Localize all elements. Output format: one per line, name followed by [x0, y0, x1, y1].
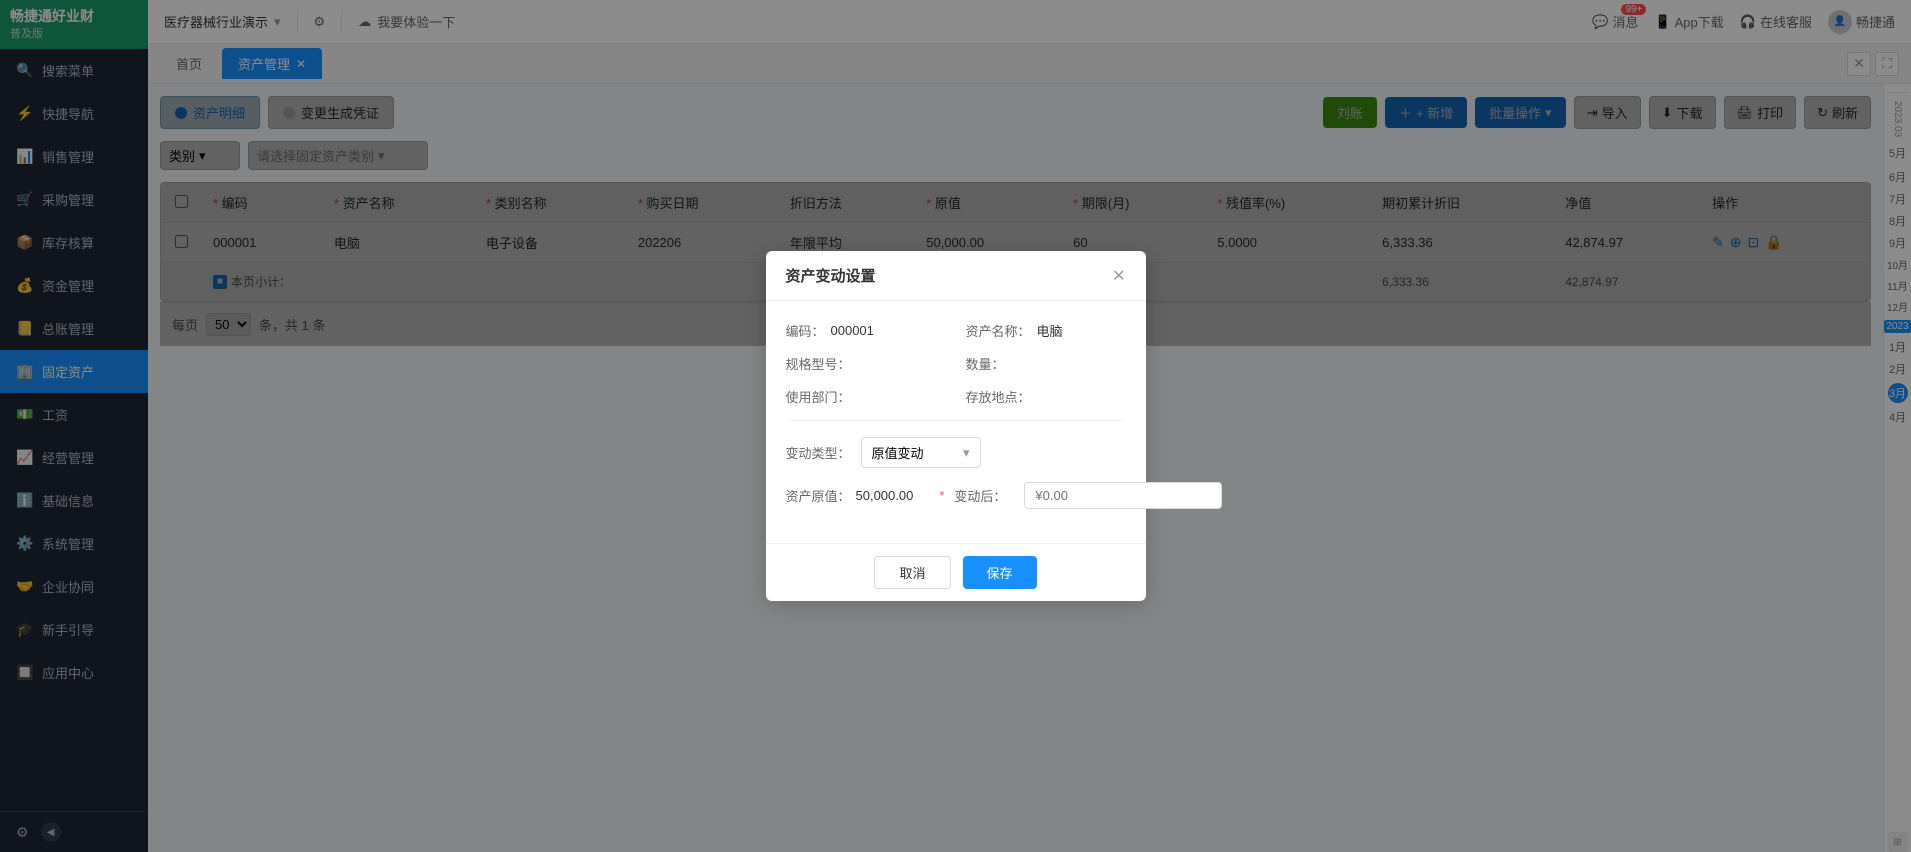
modal-name-value: 电脑 [1037, 321, 1063, 340]
modal-dept-label: 使用部门： [786, 387, 851, 406]
cancel-button[interactable]: 取消 [874, 556, 950, 589]
change-type-value: 原值变动 [872, 443, 924, 462]
modal-change-type-select[interactable]: 原值变动 ▾ [861, 437, 981, 468]
modal-location-label: 存放地点： [966, 387, 1031, 406]
modal-close-btn[interactable]: ✕ [1112, 266, 1125, 286]
modal-after-label: 变动后： [954, 486, 1014, 505]
modal-original-value-label: 资产原值： [786, 486, 846, 505]
modal-info-row3: 使用部门： 存放地点： [786, 387, 1126, 406]
modal-name-field: 资产名称： 电脑 [966, 321, 1126, 340]
modal-header: 资产变动设置 ✕ [766, 251, 1146, 301]
modal-after-input[interactable] [1024, 482, 1222, 509]
modal-divider [786, 420, 1126, 421]
asset-change-modal: 资产变动设置 ✕ 编码： 000001 资产名称： 电脑 规格型号： [766, 251, 1146, 601]
modal-spec-field: 规格型号： [786, 354, 946, 373]
modal-change-type-label: 变动类型： [786, 443, 851, 462]
modal-spec-label: 规格型号： [786, 354, 851, 373]
required-star: * [939, 488, 944, 503]
modal-code-value: 000001 [831, 323, 874, 338]
modal-info-row1: 编码： 000001 资产名称： 电脑 [786, 321, 1126, 340]
modal-body: 编码： 000001 资产名称： 电脑 规格型号： 数量： [766, 301, 1146, 543]
modal-location-field: 存放地点： [966, 387, 1126, 406]
modal-code-label: 编码： [786, 321, 825, 340]
modal-dept-field: 使用部门： [786, 387, 946, 406]
modal-name-label: 资产名称： [966, 321, 1031, 340]
modal-overlay: 资产变动设置 ✕ 编码： 000001 资产名称： 电脑 规格型号： [0, 0, 1911, 852]
modal-info-row2: 规格型号： 数量： [786, 354, 1126, 373]
modal-title: 资产变动设置 [786, 265, 876, 286]
modal-original-value-row: 资产原值： 50,000.00 * 变动后： [786, 482, 1126, 509]
change-type-dropdown-icon: ▾ [963, 445, 970, 461]
modal-footer: 取消 保存 [766, 543, 1146, 601]
modal-quantity-label: 数量： [966, 354, 1005, 373]
modal-quantity-field: 数量： [966, 354, 1126, 373]
modal-code-field: 编码： 000001 [786, 321, 946, 340]
modal-change-type-row: 变动类型： 原值变动 ▾ [786, 437, 1126, 468]
modal-original-value: 50,000.00 [856, 488, 914, 503]
save-button[interactable]: 保存 [963, 556, 1037, 589]
